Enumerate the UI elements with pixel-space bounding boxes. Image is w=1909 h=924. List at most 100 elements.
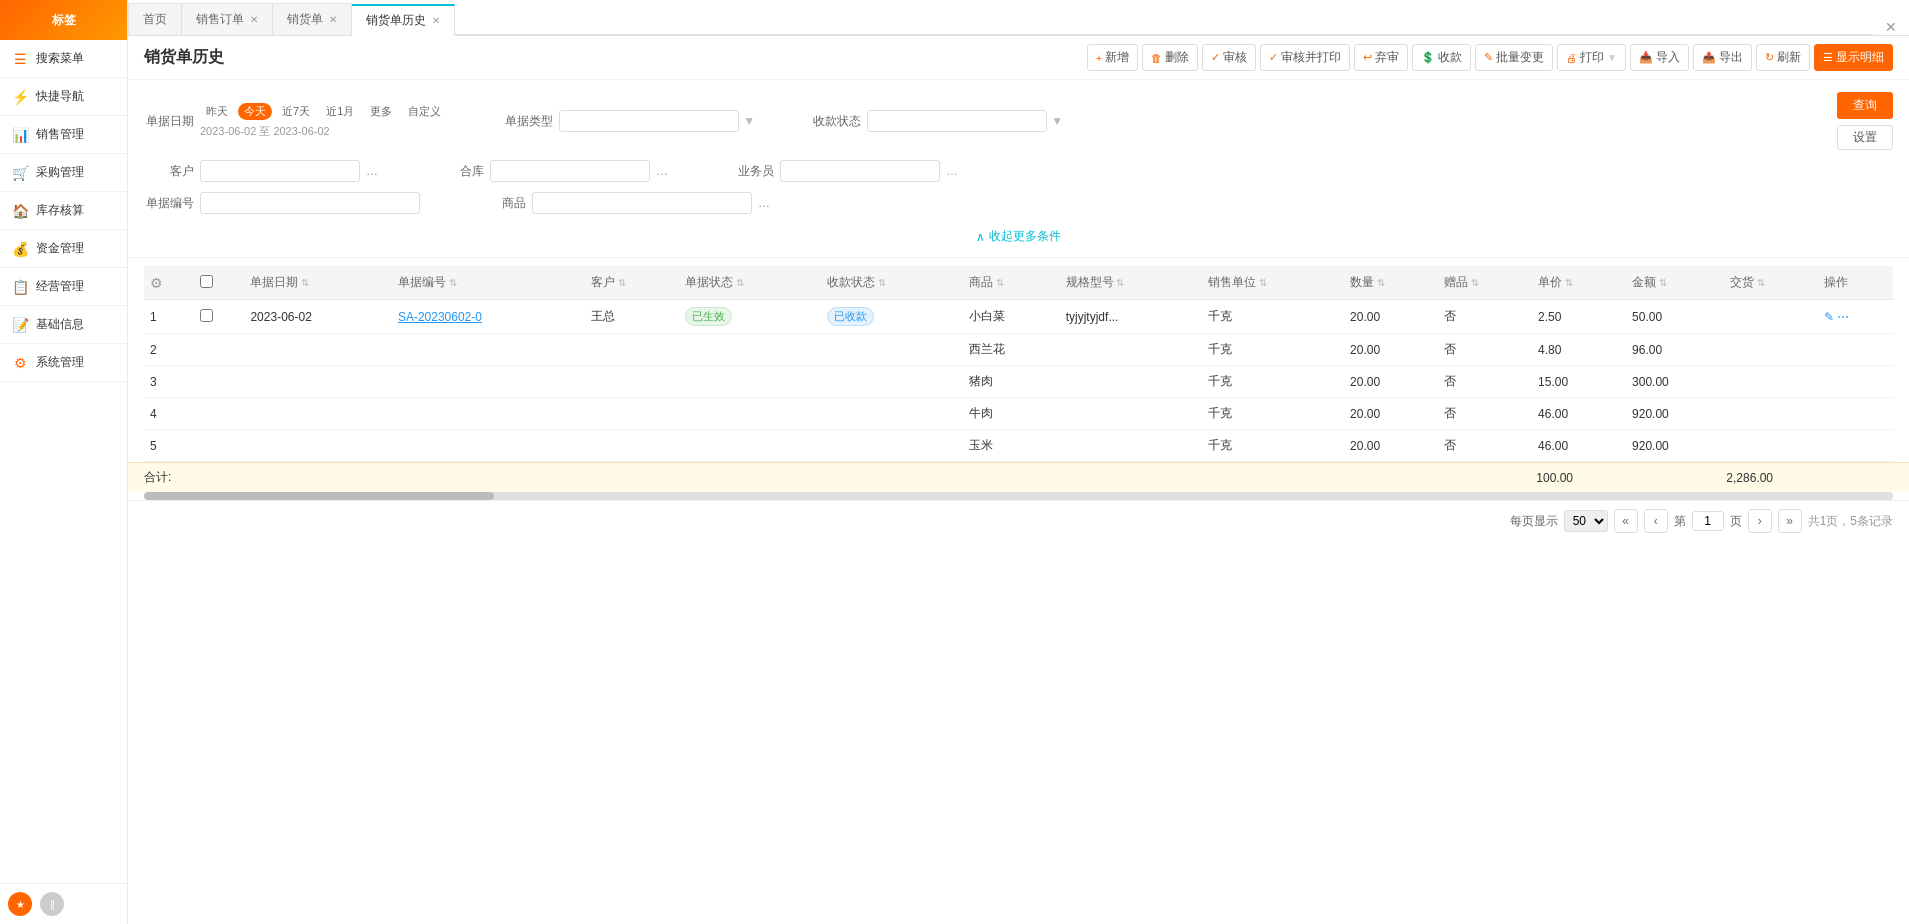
collect-button[interactable]: 💲 收款 bbox=[1412, 44, 1471, 71]
collect-status-input[interactable] bbox=[867, 110, 1047, 132]
row-doc-status bbox=[679, 430, 821, 462]
doc-type-input[interactable] bbox=[559, 110, 739, 132]
col-doc-date[interactable]: 单据日期 bbox=[244, 266, 391, 300]
sidebar-item-finance-mgmt[interactable]: 💰 资金管理 bbox=[0, 230, 127, 268]
row-trade bbox=[1724, 398, 1818, 430]
row-qty: 20.00 bbox=[1344, 300, 1438, 334]
row-amount: 50.00 bbox=[1626, 300, 1724, 334]
sidebar-item-search-menu[interactable]: ☰ 搜索菜单 bbox=[0, 40, 127, 78]
goods-input[interactable] bbox=[532, 192, 752, 214]
tab-sales-goods-close[interactable]: ✕ bbox=[329, 14, 337, 25]
row-gift: 否 bbox=[1438, 398, 1532, 430]
sidebar-item-system-mgmt[interactable]: ⚙ 系统管理 bbox=[0, 344, 127, 382]
salesperson-input[interactable] bbox=[780, 160, 940, 182]
discard-label: 弃审 bbox=[1375, 49, 1399, 66]
sidebar-item-inventory[interactable]: 🏠 库存核算 bbox=[0, 192, 127, 230]
row-spec bbox=[1060, 334, 1202, 366]
tab-sales-order[interactable]: 销售订单 ✕ bbox=[182, 3, 273, 35]
col-collect-status[interactable]: 收款状态 bbox=[821, 266, 963, 300]
col-amount[interactable]: 金额 bbox=[1626, 266, 1724, 300]
col-customer[interactable]: 客户 bbox=[585, 266, 679, 300]
first-page-button[interactable]: « bbox=[1614, 509, 1638, 533]
row-more-button[interactable]: ⋯ bbox=[1837, 310, 1849, 324]
warehouse-input[interactable] bbox=[490, 160, 650, 182]
date-7days-btn[interactable]: 近7天 bbox=[276, 103, 316, 120]
sidebar-item-basic-info[interactable]: 📝 基础信息 bbox=[0, 306, 127, 344]
per-page-select[interactable]: 50 bbox=[1564, 510, 1608, 532]
scroll-bar-thumb[interactable] bbox=[144, 492, 494, 500]
col-gift[interactable]: 赠品 bbox=[1438, 266, 1532, 300]
page-input[interactable] bbox=[1692, 511, 1724, 531]
sidebar-bottom-btn-1[interactable]: ★ bbox=[8, 892, 32, 916]
export-button[interactable]: 📤 导出 bbox=[1693, 44, 1752, 71]
col-doc-status[interactable]: 单据状态 bbox=[679, 266, 821, 300]
row-checkbox[interactable] bbox=[200, 309, 213, 322]
collapse-button[interactable]: ∧ 收起更多条件 bbox=[144, 224, 1893, 249]
discard-button[interactable]: ↩ 弃审 bbox=[1354, 44, 1408, 71]
next-page-button[interactable]: › bbox=[1748, 509, 1772, 533]
row-customer bbox=[585, 430, 679, 462]
row-edit-button[interactable]: ✎ bbox=[1824, 310, 1834, 324]
row-price: 4.80 bbox=[1532, 334, 1626, 366]
operations-mgmt-icon: 📋 bbox=[12, 279, 28, 295]
row-goods: 小白菜 bbox=[963, 300, 1059, 334]
row-qty: 20.00 bbox=[1344, 366, 1438, 398]
last-page-button[interactable]: » bbox=[1778, 509, 1802, 533]
goods-dots[interactable]: … bbox=[758, 196, 770, 210]
query-button[interactable]: 查询 bbox=[1837, 92, 1893, 119]
delete-button[interactable]: 🗑 删除 bbox=[1142, 44, 1198, 71]
settings-gear-icon[interactable]: ⚙ bbox=[150, 275, 163, 291]
col-settings[interactable]: ⚙ bbox=[144, 266, 194, 300]
sidebar-item-purchase-mgmt[interactable]: 🛒 采购管理 bbox=[0, 154, 127, 192]
audit-button[interactable]: ✓ 审核 bbox=[1202, 44, 1256, 71]
row-trade bbox=[1724, 366, 1818, 398]
show-detail-button[interactable]: ☰ 显示明细 bbox=[1814, 44, 1893, 71]
doc-no-link[interactable]: SA-20230602-0 bbox=[398, 310, 482, 324]
refresh-button[interactable]: ↻ 刷新 bbox=[1756, 44, 1810, 71]
doc-type-arrow: ▼ bbox=[743, 114, 755, 128]
audit-print-button[interactable]: ✓ 审核并打印 bbox=[1260, 44, 1350, 71]
customer-label: 客户 bbox=[144, 163, 194, 180]
tab-sales-goods[interactable]: 销货单 ✕ bbox=[273, 3, 352, 35]
doc-no-input[interactable] bbox=[200, 192, 420, 214]
col-unit[interactable]: 销售单位 bbox=[1202, 266, 1344, 300]
col-trade[interactable]: 交货 bbox=[1724, 266, 1818, 300]
customer-input[interactable] bbox=[200, 160, 360, 182]
tab-sales-order-close[interactable]: ✕ bbox=[250, 14, 258, 25]
tab-home[interactable]: 首页 bbox=[128, 3, 182, 35]
sidebar-item-quick-nav[interactable]: ⚡ 快捷导航 bbox=[0, 78, 127, 116]
sidebar-item-operations-mgmt[interactable]: 📋 经营管理 bbox=[0, 268, 127, 306]
tab-sales-history[interactable]: 销货单历史 ✕ bbox=[352, 4, 455, 36]
import-button[interactable]: 📥 导入 bbox=[1630, 44, 1689, 71]
page-label: 第 bbox=[1674, 513, 1686, 530]
warehouse-dots[interactable]: … bbox=[656, 164, 668, 178]
col-action: 操作 bbox=[1818, 266, 1893, 300]
date-yesterday-btn[interactable]: 昨天 bbox=[200, 103, 234, 120]
print-button[interactable]: 🖨 打印 ▼ bbox=[1557, 44, 1626, 71]
row-amount: 920.00 bbox=[1626, 398, 1724, 430]
set-button[interactable]: 设置 bbox=[1837, 125, 1893, 150]
sidebar-bottom-btn-2[interactable]: ‖ bbox=[40, 892, 64, 916]
tab-sales-order-label: 销售订单 bbox=[196, 11, 244, 28]
row-amount: 920.00 bbox=[1626, 430, 1724, 462]
date-1month-btn[interactable]: 近1月 bbox=[320, 103, 360, 120]
prev-page-button[interactable]: ‹ bbox=[1644, 509, 1668, 533]
select-all-checkbox[interactable] bbox=[200, 275, 213, 288]
add-button[interactable]: + 新增 bbox=[1087, 44, 1138, 71]
batch-change-button[interactable]: ✎ 批量变更 bbox=[1475, 44, 1553, 71]
horizontal-scrollbar[interactable] bbox=[128, 492, 1909, 500]
tab-close-all[interactable]: ✕ bbox=[1873, 19, 1909, 35]
date-today-btn[interactable]: 今天 bbox=[238, 103, 272, 120]
col-goods[interactable]: 商品 bbox=[963, 266, 1059, 300]
col-spec[interactable]: 规格型号 bbox=[1060, 266, 1202, 300]
sidebar-item-sales-mgmt[interactable]: 📊 销售管理 bbox=[0, 116, 127, 154]
col-doc-no[interactable]: 单据编号 bbox=[392, 266, 585, 300]
date-more-btn[interactable]: 更多 bbox=[364, 103, 398, 120]
sidebar: 标签 ☰ 搜索菜单 ⚡ 快捷导航 📊 销售管理 🛒 采购管理 🏠 库存核算 💰 … bbox=[0, 0, 128, 924]
col-qty[interactable]: 数量 bbox=[1344, 266, 1438, 300]
salesperson-dots[interactable]: … bbox=[946, 164, 958, 178]
col-price[interactable]: 单价 bbox=[1532, 266, 1626, 300]
customer-dots[interactable]: … bbox=[366, 164, 378, 178]
tab-sales-history-close[interactable]: ✕ bbox=[432, 15, 440, 26]
date-custom-btn[interactable]: 自定义 bbox=[402, 103, 447, 120]
